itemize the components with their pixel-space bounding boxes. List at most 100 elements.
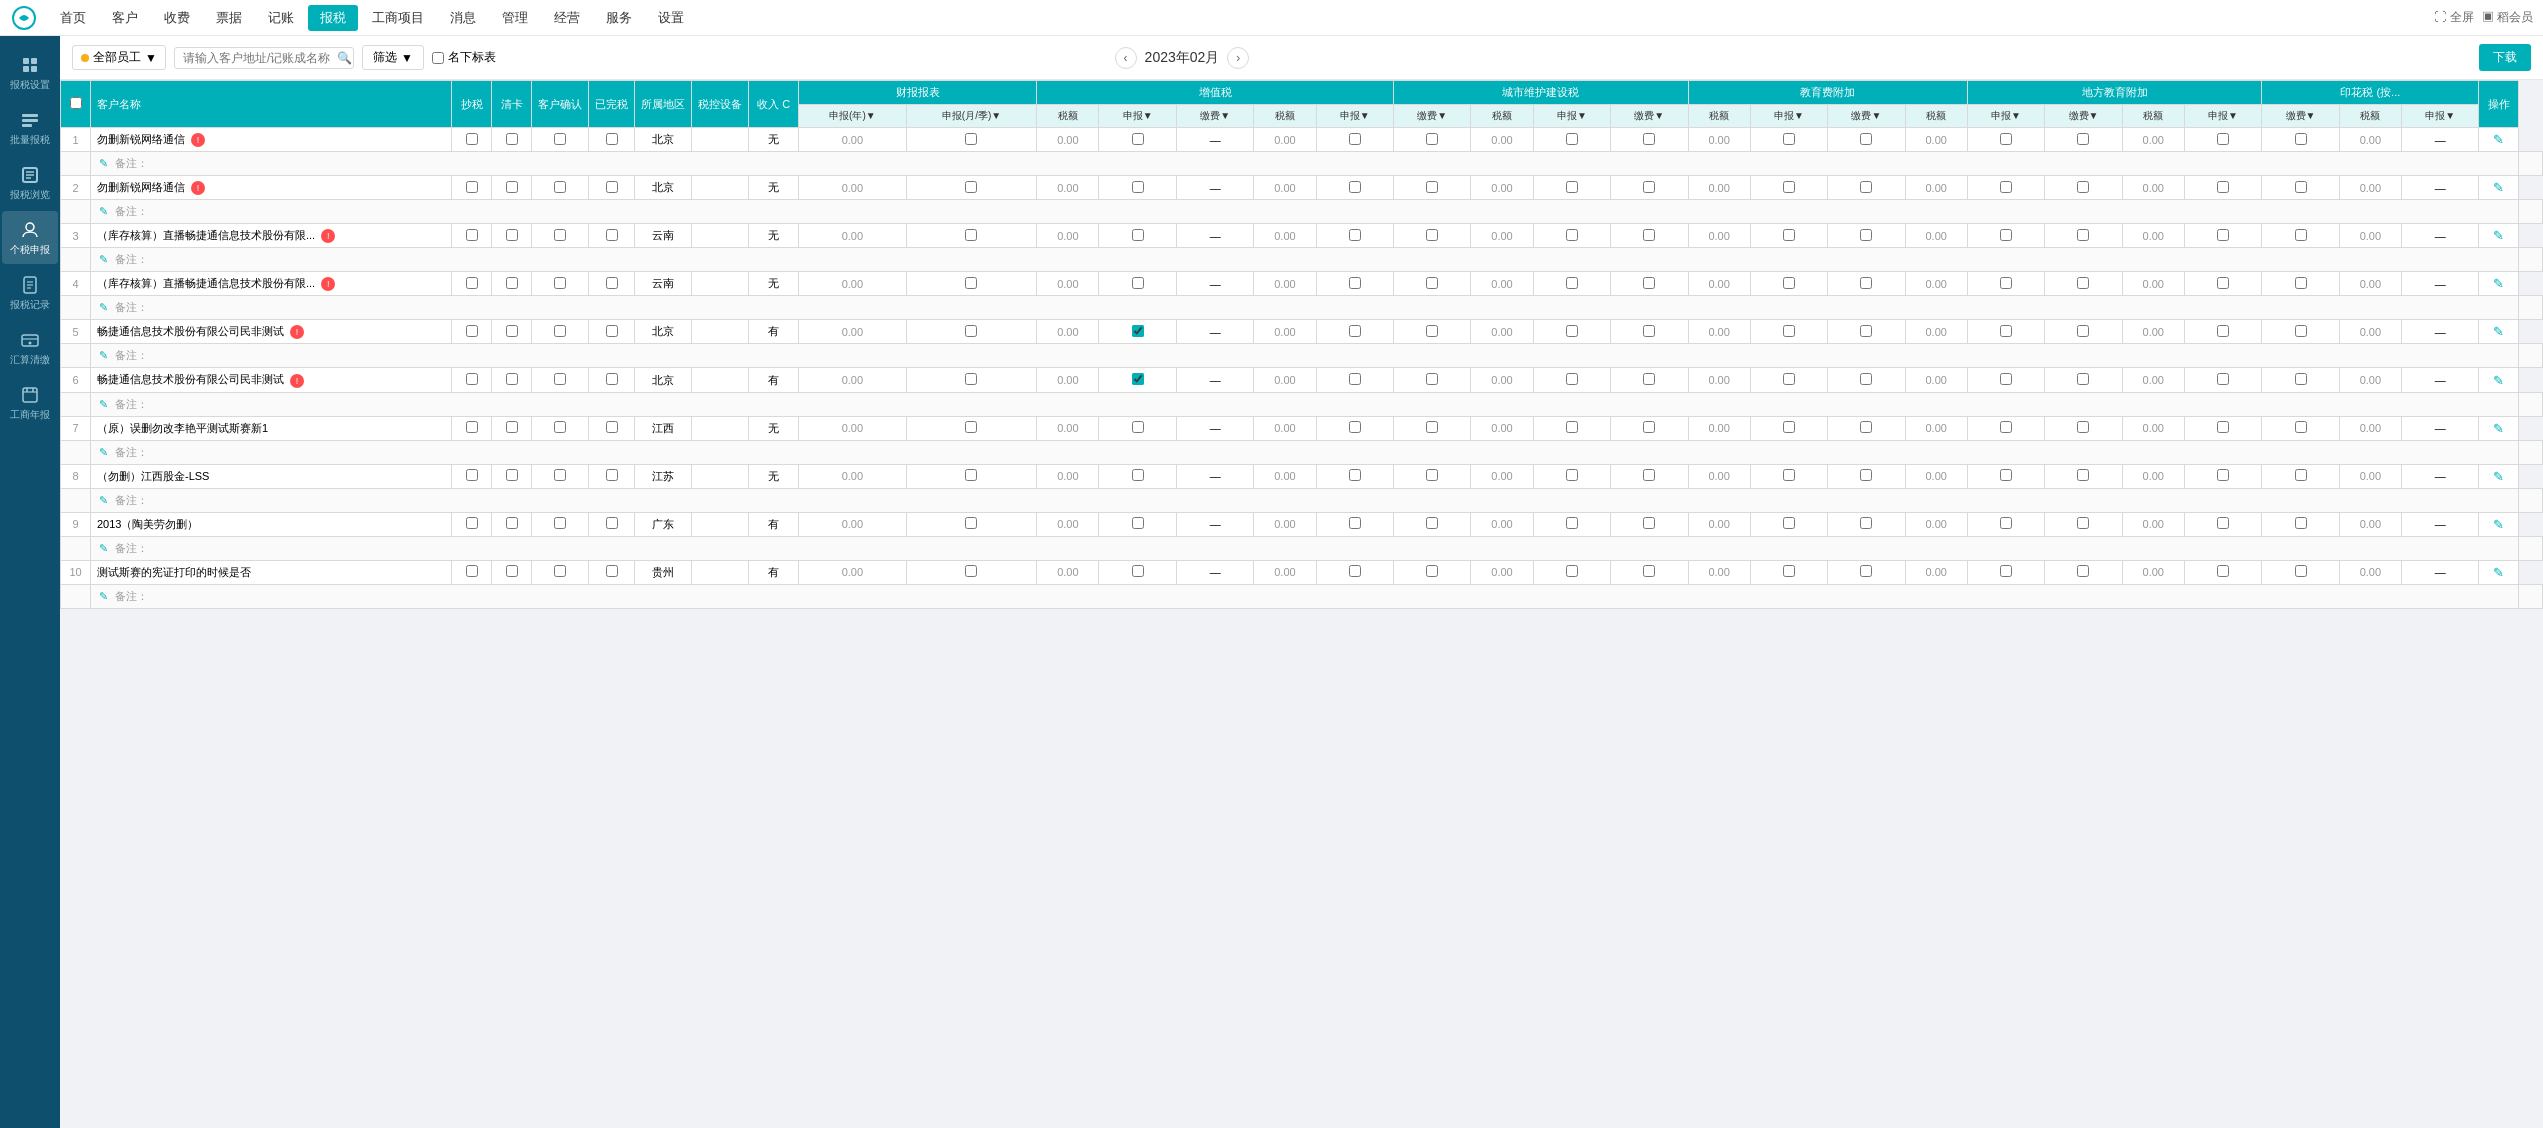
local-declare-checkbox[interactable]	[2000, 181, 2012, 193]
clear-card-checkbox[interactable]	[506, 565, 518, 577]
copy-tax-checkbox[interactable]	[466, 229, 478, 241]
vat-declare2-checkbox[interactable]	[1349, 421, 1361, 433]
client-confirm-checkbox[interactable]	[554, 181, 566, 193]
pencil-icon[interactable]: ✎	[99, 157, 108, 169]
city-pay-checkbox[interactable]	[1426, 469, 1438, 481]
edu-declare-checkbox[interactable]	[1783, 325, 1795, 337]
edu-declare-checkbox[interactable]	[1783, 517, 1795, 529]
sidebar-item-personal-tax[interactable]: 个税申报	[2, 211, 58, 264]
paid-tax-checkbox[interactable]	[606, 373, 618, 385]
alert-icon[interactable]: !	[321, 229, 335, 243]
local-declare2-checkbox[interactable]	[2217, 133, 2229, 145]
pencil-icon[interactable]: ✎	[99, 542, 108, 554]
fin-month-checkbox[interactable]	[965, 181, 977, 193]
edu-pay-checkbox[interactable]	[1860, 133, 1872, 145]
edit-cell[interactable]: ✎	[2479, 272, 2519, 296]
city-declare-checkbox[interactable]	[1566, 181, 1578, 193]
edu-pay-checkbox[interactable]	[1860, 469, 1872, 481]
paid-tax-checkbox[interactable]	[606, 565, 618, 577]
paid-tax-checkbox[interactable]	[606, 469, 618, 481]
nav-invoice[interactable]: 票据	[204, 5, 254, 31]
nav-settings[interactable]: 设置	[646, 5, 696, 31]
client-confirm-checkbox[interactable]	[554, 517, 566, 529]
city-pay-checkbox[interactable]	[1426, 421, 1438, 433]
alert-icon[interactable]: !	[290, 374, 304, 388]
city-pay-checkbox[interactable]	[1426, 373, 1438, 385]
nav-operation[interactable]: 经营	[542, 5, 592, 31]
copy-tax-checkbox[interactable]	[466, 373, 478, 385]
member-btn[interactable]: ▣ 稻会员	[2482, 9, 2533, 26]
sidebar-item-tax-record[interactable]: 报税记录	[2, 266, 58, 319]
search-icon[interactable]: 🔍	[337, 51, 352, 65]
alert-icon[interactable]: !	[191, 181, 205, 195]
client-confirm-checkbox[interactable]	[554, 133, 566, 145]
local-declare2-checkbox[interactable]	[2217, 229, 2229, 241]
named-table-checkbox[interactable]	[432, 52, 444, 64]
stamp-pay-checkbox[interactable]	[2295, 229, 2307, 241]
vat-declare2-checkbox[interactable]	[1349, 277, 1361, 289]
vat-declare-checkbox[interactable]	[1132, 325, 1144, 337]
edit-cell[interactable]: ✎	[2479, 128, 2519, 152]
local-declare2-checkbox[interactable]	[2217, 421, 2229, 433]
clear-card-checkbox[interactable]	[506, 181, 518, 193]
fin-month-checkbox[interactable]	[965, 565, 977, 577]
fin-month-checkbox[interactable]	[965, 421, 977, 433]
fin-month-checkbox[interactable]	[965, 469, 977, 481]
stamp-pay-checkbox[interactable]	[2295, 133, 2307, 145]
pencil-icon[interactable]: ✎	[99, 446, 108, 458]
client-confirm-checkbox[interactable]	[554, 421, 566, 433]
vat-declare2-checkbox[interactable]	[1349, 373, 1361, 385]
edu-declare-checkbox[interactable]	[1783, 421, 1795, 433]
city-pay2-checkbox[interactable]	[1643, 133, 1655, 145]
sidebar-item-settle[interactable]: 汇算清缴	[2, 321, 58, 374]
city-pay-checkbox[interactable]	[1426, 325, 1438, 337]
client-confirm-checkbox[interactable]	[554, 565, 566, 577]
local-declare-checkbox[interactable]	[2000, 421, 2012, 433]
nav-business[interactable]: 工商项目	[360, 5, 436, 31]
edit-cell[interactable]: ✎	[2479, 464, 2519, 488]
vat-declare2-checkbox[interactable]	[1349, 229, 1361, 241]
filter-button[interactable]: 筛选 ▼	[362, 45, 424, 70]
client-confirm-checkbox[interactable]	[554, 277, 566, 289]
city-declare-checkbox[interactable]	[1566, 229, 1578, 241]
stamp-pay-checkbox[interactable]	[2295, 277, 2307, 289]
edit-cell[interactable]: ✎	[2479, 224, 2519, 248]
sidebar-item-tax-browse[interactable]: 报税浏览	[2, 156, 58, 209]
select-all-checkbox[interactable]	[70, 97, 82, 109]
nav-home[interactable]: 首页	[48, 5, 98, 31]
nav-message[interactable]: 消息	[438, 5, 488, 31]
fin-month-checkbox[interactable]	[965, 277, 977, 289]
edu-pay-checkbox[interactable]	[1860, 517, 1872, 529]
copy-tax-checkbox[interactable]	[466, 469, 478, 481]
stamp-pay-checkbox[interactable]	[2295, 181, 2307, 193]
city-pay-checkbox[interactable]	[1426, 133, 1438, 145]
city-pay2-checkbox[interactable]	[1643, 517, 1655, 529]
city-declare-checkbox[interactable]	[1566, 517, 1578, 529]
vat-declare2-checkbox[interactable]	[1349, 133, 1361, 145]
pencil-icon[interactable]: ✎	[99, 349, 108, 361]
local-pay-checkbox[interactable]	[2077, 469, 2089, 481]
alert-icon[interactable]: !	[321, 277, 335, 291]
vat-declare-checkbox[interactable]	[1132, 133, 1144, 145]
city-declare-checkbox[interactable]	[1566, 133, 1578, 145]
vat-declare2-checkbox[interactable]	[1349, 181, 1361, 193]
pencil-icon[interactable]: ✎	[99, 253, 108, 265]
city-pay2-checkbox[interactable]	[1643, 181, 1655, 193]
city-declare-checkbox[interactable]	[1566, 469, 1578, 481]
city-pay-checkbox[interactable]	[1426, 181, 1438, 193]
client-confirm-checkbox[interactable]	[554, 373, 566, 385]
vat-declare2-checkbox[interactable]	[1349, 565, 1361, 577]
pencil-icon[interactable]: ✎	[99, 398, 108, 410]
local-declare-checkbox[interactable]	[2000, 229, 2012, 241]
clear-card-checkbox[interactable]	[506, 517, 518, 529]
sidebar-item-batch-tax[interactable]: 批量报税	[2, 101, 58, 154]
edu-pay-checkbox[interactable]	[1860, 277, 1872, 289]
edu-declare-checkbox[interactable]	[1783, 277, 1795, 289]
pencil-icon[interactable]: ✎	[99, 494, 108, 506]
pencil-icon[interactable]: ✎	[99, 301, 108, 313]
edu-declare-checkbox[interactable]	[1783, 373, 1795, 385]
local-pay-checkbox[interactable]	[2077, 565, 2089, 577]
vat-declare-checkbox[interactable]	[1132, 565, 1144, 577]
local-declare2-checkbox[interactable]	[2217, 325, 2229, 337]
search-input[interactable]	[183, 51, 333, 65]
